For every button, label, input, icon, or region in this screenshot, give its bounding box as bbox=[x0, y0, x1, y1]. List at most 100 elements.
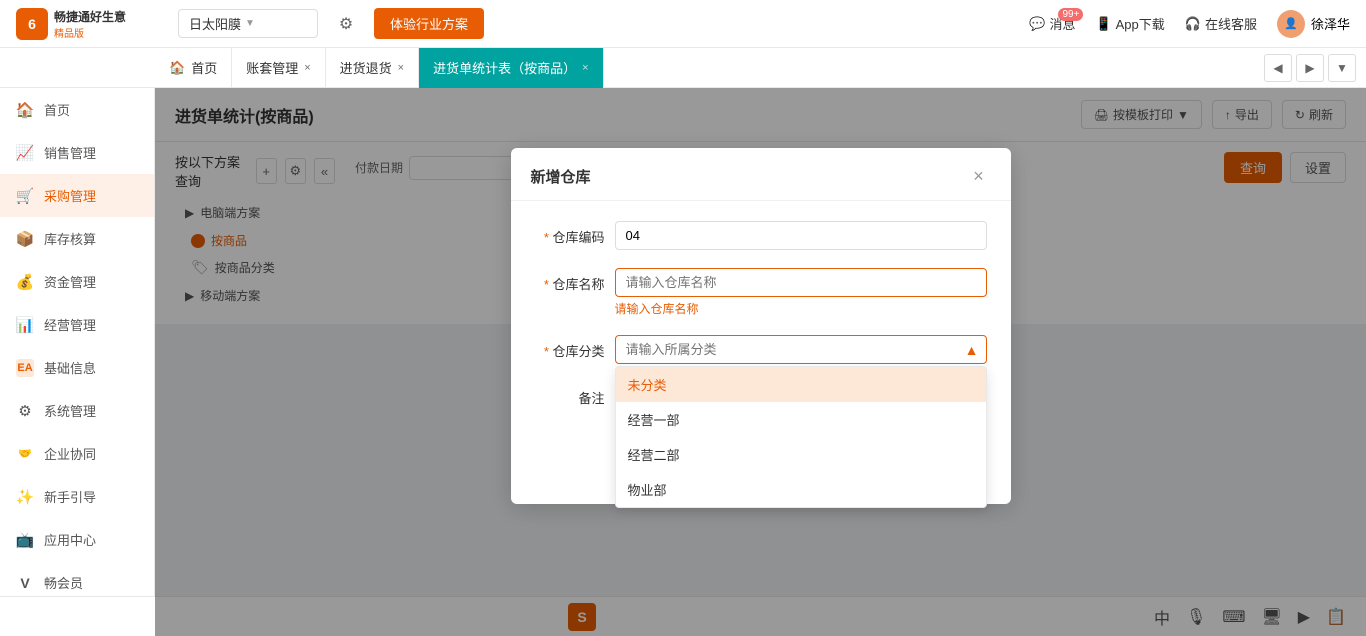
sidebar-item-home[interactable]: 🏠 首页 bbox=[0, 88, 154, 131]
dropdown-item-dept1[interactable]: 经营一部 bbox=[616, 402, 986, 437]
sidebar: 🏠 首页 📈 销售管理 🛒 采购管理 📦 库存核算 💰 资金管理 📊 经营管理 … bbox=[0, 88, 155, 636]
category-control: ▲ 未分类 经营一部 经营二部 物业部 bbox=[615, 335, 987, 364]
settings-button[interactable]: ⚙ bbox=[330, 8, 362, 40]
note-label: 备注 bbox=[535, 382, 605, 407]
logo-text: 畅捷通好生意 精品版 bbox=[54, 8, 126, 40]
sidebar-label-guide: 新手引导 bbox=[44, 487, 96, 506]
name-row: 仓库名称 请输入仓库名称 bbox=[535, 268, 987, 317]
name-error-msg: 请输入仓库名称 bbox=[615, 300, 987, 317]
code-label: 仓库编码 bbox=[535, 221, 605, 246]
tab-accounts-close[interactable]: × bbox=[304, 62, 310, 74]
system-sidebar-icon: ⚙ bbox=[16, 402, 34, 420]
sidebar-item-system[interactable]: ⚙ 系统管理 bbox=[0, 389, 154, 432]
sidebar-label-system: 系统管理 bbox=[44, 401, 96, 420]
purchase-sidebar-icon: 🛒 bbox=[16, 187, 34, 205]
sidebar-item-apps[interactable]: 📺 应用中心 bbox=[0, 518, 154, 561]
tab-purchase-return[interactable]: 进货退货 × bbox=[326, 48, 419, 88]
app-download-label: App下载 bbox=[1116, 14, 1165, 33]
sidebar-item-collab[interactable]: 🤝 企业协同 bbox=[0, 432, 154, 475]
sidebar-item-guide[interactable]: ✨ 新手引导 bbox=[0, 475, 154, 518]
dialog-overlay: 新增仓库 × 仓库编码 仓库名称 bbox=[155, 88, 1366, 636]
tab-menu-arrow[interactable]: ▼ bbox=[1328, 54, 1356, 82]
trial-button[interactable]: 体验行业方案 bbox=[374, 8, 484, 39]
dialog-body: 仓库编码 仓库名称 请输入仓库名称 bbox=[511, 201, 1011, 439]
tab-right-arrow[interactable]: ▶ bbox=[1296, 54, 1324, 82]
store-dropdown-arrow: ▼ bbox=[245, 18, 255, 29]
sidebar-item-finance[interactable]: 💰 资金管理 bbox=[0, 260, 154, 303]
notification-badge: 99+ bbox=[1058, 8, 1083, 21]
sidebar-label-home: 首页 bbox=[44, 100, 70, 119]
app-logo-icon: 6 bbox=[16, 8, 48, 40]
tab-left-arrow[interactable]: ◀ bbox=[1264, 54, 1292, 82]
sidebar-label-inventory: 库存核算 bbox=[44, 229, 96, 248]
home-sidebar-icon: 🏠 bbox=[16, 101, 34, 119]
category-dropdown: 未分类 经营一部 经营二部 物业部 bbox=[615, 366, 987, 508]
tab-home[interactable]: 🏠 首页 bbox=[155, 48, 232, 88]
online-service-item[interactable]: 🎧 在线客服 bbox=[1185, 14, 1257, 33]
sidebar-label-basic-info: 基础信息 bbox=[44, 358, 96, 377]
sidebar-label-member: 畅会员 bbox=[44, 573, 83, 592]
online-service-label: 在线客服 bbox=[1205, 14, 1257, 33]
category-input[interactable] bbox=[615, 335, 987, 364]
notification-item[interactable]: 💬 消息 99+ bbox=[1029, 14, 1075, 33]
dropdown-item-dept3[interactable]: 物业部 bbox=[616, 472, 986, 507]
logo-area: 6 畅捷通好生意 精品版 bbox=[16, 8, 166, 40]
tab-home-label: 首页 bbox=[191, 58, 217, 77]
sidebar-label-collab: 企业协同 bbox=[44, 444, 96, 463]
category-select-wrapper: ▲ bbox=[615, 335, 987, 364]
header-right: 💬 消息 99+ 📱 App下载 🎧 在线客服 👤 徐泽华 bbox=[1029, 10, 1350, 38]
mobile-icon: 📱 bbox=[1095, 16, 1111, 32]
finance-sidebar-icon: 💰 bbox=[16, 273, 34, 291]
collab-sidebar-icon: 🤝 bbox=[16, 445, 34, 463]
dropdown-item-uncategorized[interactable]: 未分类 bbox=[616, 367, 986, 402]
store-selector[interactable]: 日太阳膜 ▼ bbox=[178, 9, 318, 38]
sidebar-label-sales: 销售管理 bbox=[44, 143, 96, 162]
sidebar-label-finance: 资金管理 bbox=[44, 272, 96, 291]
tab-accounts-label: 账套管理 bbox=[246, 58, 298, 77]
code-control bbox=[615, 221, 987, 250]
logo-badge: 精品版 bbox=[54, 25, 126, 40]
code-input[interactable] bbox=[615, 221, 987, 250]
dropdown-item-dept2[interactable]: 经营二部 bbox=[616, 437, 986, 472]
sidebar-item-basic-info[interactable]: EA 基础信息 bbox=[0, 346, 154, 389]
name-input[interactable] bbox=[615, 268, 987, 297]
sidebar-label-operations: 经营管理 bbox=[44, 315, 96, 334]
user-info[interactable]: 👤 徐泽华 bbox=[1277, 10, 1350, 38]
code-row: 仓库编码 bbox=[535, 221, 987, 250]
category-dropdown-icon[interactable]: ▲ bbox=[965, 342, 979, 358]
tab-purchase-return-close[interactable]: × bbox=[398, 62, 404, 74]
logo-title: 畅捷通好生意 bbox=[54, 8, 126, 25]
content-area: 进货单统计(按商品) 🖨 按模板打印 ▼ ↑ 导出 ↻ 刷新 bbox=[155, 88, 1366, 636]
sidebar-item-operations[interactable]: 📊 经营管理 bbox=[0, 303, 154, 346]
name-control: 请输入仓库名称 bbox=[615, 268, 987, 317]
message-icon: 💬 bbox=[1029, 16, 1045, 32]
inventory-sidebar-icon: 📦 bbox=[16, 230, 34, 248]
category-row: 仓库分类 ▲ 未分类 经营一部 经营二部 物业部 bbox=[535, 335, 987, 364]
tab-purchase-stats-close[interactable]: × bbox=[582, 62, 588, 74]
basic-info-sidebar-icon: EA bbox=[16, 359, 34, 377]
store-name: 日太阳膜 bbox=[189, 14, 241, 33]
sidebar-item-inventory[interactable]: 📦 库存核算 bbox=[0, 217, 154, 260]
dialog-header: 新增仓库 × bbox=[511, 148, 1011, 201]
dialog-close-button[interactable]: × bbox=[967, 164, 991, 188]
home-icon: 🏠 bbox=[169, 60, 185, 76]
app-download-item[interactable]: 📱 App下载 bbox=[1095, 14, 1164, 33]
category-label: 仓库分类 bbox=[535, 335, 605, 360]
dialog-title: 新增仓库 bbox=[531, 166, 591, 187]
username: 徐泽华 bbox=[1311, 14, 1350, 33]
tab-purchase-stats[interactable]: 进货单统计表（按商品） × bbox=[419, 48, 603, 88]
tab-nav-controls: ◀ ▶ ▼ bbox=[1264, 54, 1366, 82]
apps-sidebar-icon: 📺 bbox=[16, 531, 34, 549]
sidebar-item-purchase[interactable]: 🛒 采购管理 bbox=[0, 174, 154, 217]
main-layout: 🏠 首页 📈 销售管理 🛒 采购管理 📦 库存核算 💰 资金管理 📊 经营管理 … bbox=[0, 88, 1366, 636]
sidebar-label-apps: 应用中心 bbox=[44, 530, 96, 549]
guide-sidebar-icon: ✨ bbox=[16, 488, 34, 506]
sidebar-item-sales[interactable]: 📈 销售管理 bbox=[0, 131, 154, 174]
operations-sidebar-icon: 📊 bbox=[16, 316, 34, 334]
name-label: 仓库名称 bbox=[535, 268, 605, 293]
member-sidebar-icon: V bbox=[16, 574, 34, 592]
tab-bar: 🏠 首页 账套管理 × 进货退货 × 进货单统计表（按商品） × ◀ ▶ ▼ bbox=[0, 48, 1366, 88]
sales-sidebar-icon: 📈 bbox=[16, 144, 34, 162]
user-avatar: 👤 bbox=[1277, 10, 1305, 38]
tab-accounts[interactable]: 账套管理 × bbox=[232, 48, 325, 88]
